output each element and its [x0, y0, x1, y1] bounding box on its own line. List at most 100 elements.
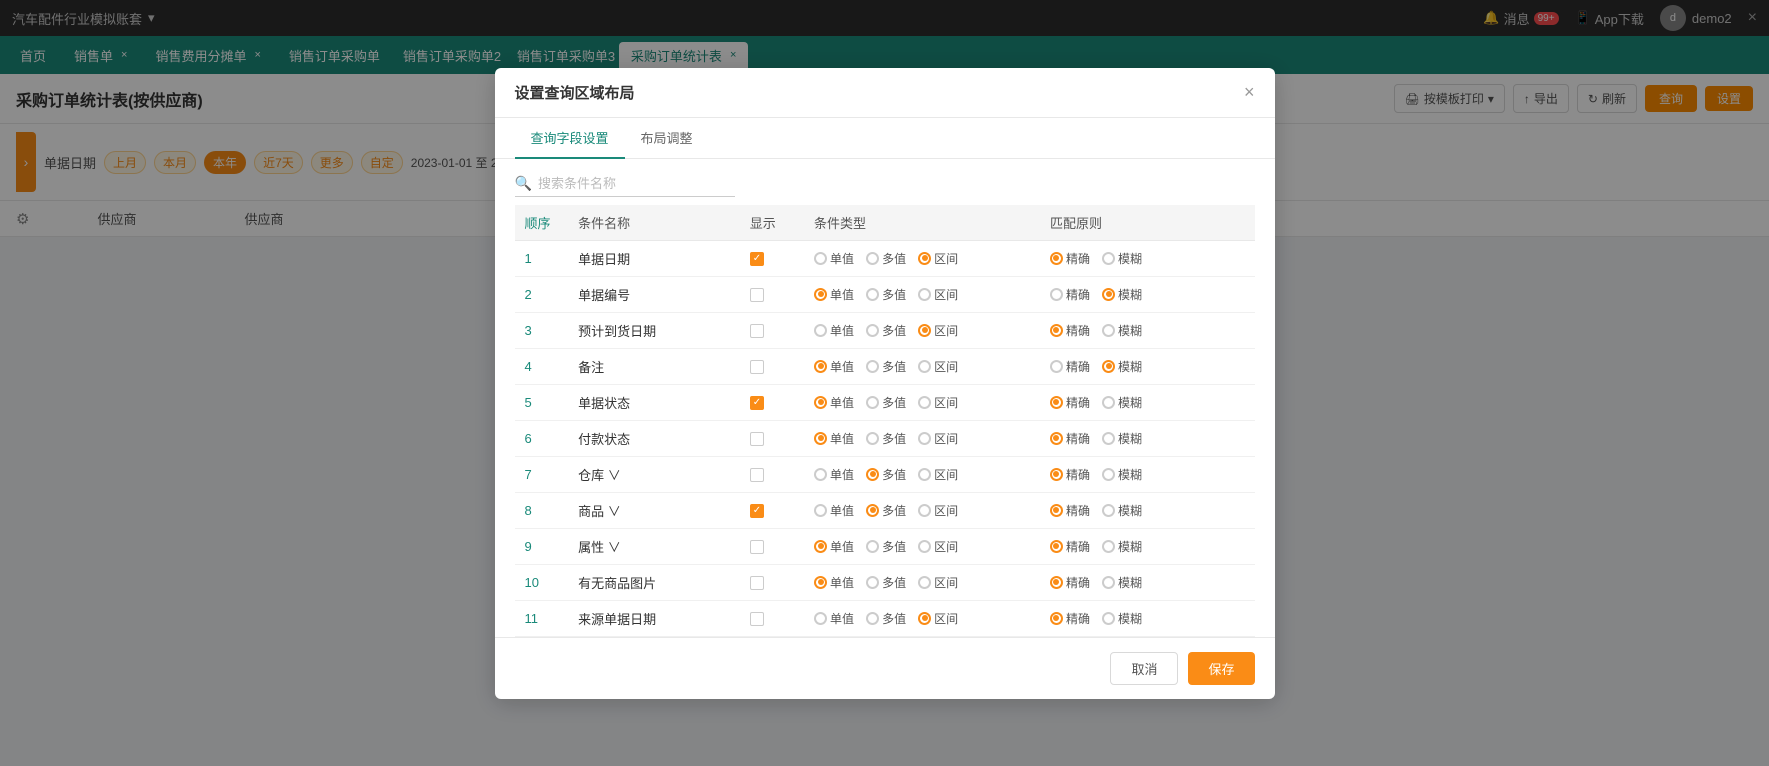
type-option-多值-1[interactable]: 多值 [866, 286, 906, 303]
match-option-模糊-0[interactable]: 模糊 [1102, 250, 1142, 267]
row-order-0: 1 [515, 240, 569, 276]
dialog-close-button[interactable]: × [1244, 83, 1255, 101]
show-checkbox-6[interactable] [750, 468, 764, 482]
type-option-区间-3[interactable]: 区间 [918, 358, 958, 375]
type-option-区间-2[interactable]: 区间 [918, 322, 958, 339]
match-option-精确-7[interactable]: 精确 [1050, 502, 1090, 519]
type-option-多值-3[interactable]: 多值 [866, 358, 906, 375]
type-option-单值-10[interactable]: 单值 [814, 610, 854, 627]
type-option-单值-9[interactable]: 单值 [814, 574, 854, 591]
th-show: 显示 [740, 205, 804, 241]
type-option-区间-7[interactable]: 区间 [918, 502, 958, 519]
match-option-模糊-9[interactable]: 模糊 [1102, 574, 1142, 591]
match-option-模糊-2[interactable]: 模糊 [1102, 322, 1142, 339]
show-checkbox-4[interactable] [750, 396, 764, 410]
radio-dot-3-单值 [814, 360, 827, 373]
match-option-模糊-10[interactable]: 模糊 [1102, 610, 1142, 627]
match-option-精确-8[interactable]: 精确 [1050, 538, 1090, 555]
row-name-5: 付款状态 [568, 420, 740, 456]
search-input-wrap: 🔍 [515, 171, 735, 197]
type-option-单值-8[interactable]: 单值 [814, 538, 854, 555]
match-option-精确-0[interactable]: 精确 [1050, 250, 1090, 267]
type-option-单值-5[interactable]: 单值 [814, 430, 854, 447]
dialog-tab-layout[interactable]: 布局调整 [625, 118, 709, 159]
match-dot-9-模糊 [1102, 576, 1115, 589]
radio-dot-5-多值 [866, 432, 879, 445]
type-option-单值-2[interactable]: 单值 [814, 322, 854, 339]
match-option-模糊-3[interactable]: 模糊 [1102, 358, 1142, 375]
match-option-精确-3[interactable]: 精确 [1050, 358, 1090, 375]
search-icon: 🔍 [515, 175, 532, 192]
row-show-7 [740, 492, 804, 528]
type-option-单值-4[interactable]: 单值 [814, 394, 854, 411]
match-option-精确-6[interactable]: 精确 [1050, 466, 1090, 483]
type-option-多值-0[interactable]: 多值 [866, 250, 906, 267]
type-option-单值-0[interactable]: 单值 [814, 250, 854, 267]
type-option-多值-2[interactable]: 多值 [866, 322, 906, 339]
table-row: 6付款状态单值多值区间精确模糊 [515, 420, 1255, 456]
type-option-多值-7[interactable]: 多值 [866, 502, 906, 519]
row-match-3: 精确模糊 [1040, 348, 1255, 384]
row-name-10: 来源单据日期 [568, 600, 740, 636]
type-option-单值-3[interactable]: 单值 [814, 358, 854, 375]
type-option-区间-4[interactable]: 区间 [918, 394, 958, 411]
match-option-精确-2[interactable]: 精确 [1050, 322, 1090, 339]
show-checkbox-2[interactable] [750, 324, 764, 338]
match-option-模糊-6[interactable]: 模糊 [1102, 466, 1142, 483]
search-input[interactable] [538, 176, 718, 191]
radio-dot-2-单值 [814, 324, 827, 337]
match-option-模糊-7[interactable]: 模糊 [1102, 502, 1142, 519]
type-option-多值-9[interactable]: 多值 [866, 574, 906, 591]
radio-dot-5-区间 [918, 432, 931, 445]
radio-dot-9-多值 [866, 576, 879, 589]
cancel-button[interactable]: 取消 [1110, 652, 1178, 685]
type-option-区间-5[interactable]: 区间 [918, 430, 958, 447]
dialog-tab-query[interactable]: 查询字段设置 [515, 118, 625, 159]
show-checkbox-1[interactable] [750, 288, 764, 302]
type-option-区间-0[interactable]: 区间 [918, 250, 958, 267]
row-order-6: 7 [515, 456, 569, 492]
type-option-区间-8[interactable]: 区间 [918, 538, 958, 555]
type-option-区间-6[interactable]: 区间 [918, 466, 958, 483]
match-option-模糊-4[interactable]: 模糊 [1102, 394, 1142, 411]
match-option-精确-10[interactable]: 精确 [1050, 610, 1090, 627]
radio-dot-1-区间 [918, 288, 931, 301]
show-checkbox-10[interactable] [750, 612, 764, 626]
match-option-精确-1[interactable]: 精确 [1050, 286, 1090, 303]
radio-dot-0-单值 [814, 252, 827, 265]
type-option-区间-1[interactable]: 区间 [918, 286, 958, 303]
type-option-多值-4[interactable]: 多值 [866, 394, 906, 411]
match-option-模糊-5[interactable]: 模糊 [1102, 430, 1142, 447]
table-wrap: 顺序 条件名称 显示 条件类型 匹配原则 1单据日期单值多值区间精确模糊2单据编… [495, 205, 1275, 637]
save-button[interactable]: 保存 [1188, 652, 1254, 685]
radio-dot-4-多值 [866, 396, 879, 409]
type-option-区间-9[interactable]: 区间 [918, 574, 958, 591]
match-option-精确-5[interactable]: 精确 [1050, 430, 1090, 447]
row-show-0 [740, 240, 804, 276]
type-option-多值-8[interactable]: 多值 [866, 538, 906, 555]
show-checkbox-9[interactable] [750, 576, 764, 590]
type-option-单值-7[interactable]: 单值 [814, 502, 854, 519]
type-option-多值-5[interactable]: 多值 [866, 430, 906, 447]
show-checkbox-5[interactable] [750, 432, 764, 446]
type-option-单值-6[interactable]: 单值 [814, 466, 854, 483]
radio-dot-7-区间 [918, 504, 931, 517]
show-checkbox-8[interactable] [750, 540, 764, 554]
type-option-区间-10[interactable]: 区间 [918, 610, 958, 627]
match-option-精确-9[interactable]: 精确 [1050, 574, 1090, 591]
type-option-单值-1[interactable]: 单值 [814, 286, 854, 303]
show-checkbox-3[interactable] [750, 360, 764, 374]
table-row: 5单据状态单值多值区间精确模糊 [515, 384, 1255, 420]
match-option-精确-4[interactable]: 精确 [1050, 394, 1090, 411]
table-row: 7仓库 ∨单值多值区间精确模糊 [515, 456, 1255, 492]
show-checkbox-0[interactable] [750, 252, 764, 266]
type-option-多值-6[interactable]: 多值 [866, 466, 906, 483]
row-type-6: 单值多值区间 [804, 456, 1040, 492]
match-option-模糊-1[interactable]: 模糊 [1102, 286, 1142, 303]
row-order-3: 4 [515, 348, 569, 384]
row-name-9: 有无商品图片 [568, 564, 740, 600]
show-checkbox-7[interactable] [750, 504, 764, 518]
type-option-多值-10[interactable]: 多值 [866, 610, 906, 627]
match-option-模糊-8[interactable]: 模糊 [1102, 538, 1142, 555]
th-match: 匹配原则 [1040, 205, 1255, 241]
